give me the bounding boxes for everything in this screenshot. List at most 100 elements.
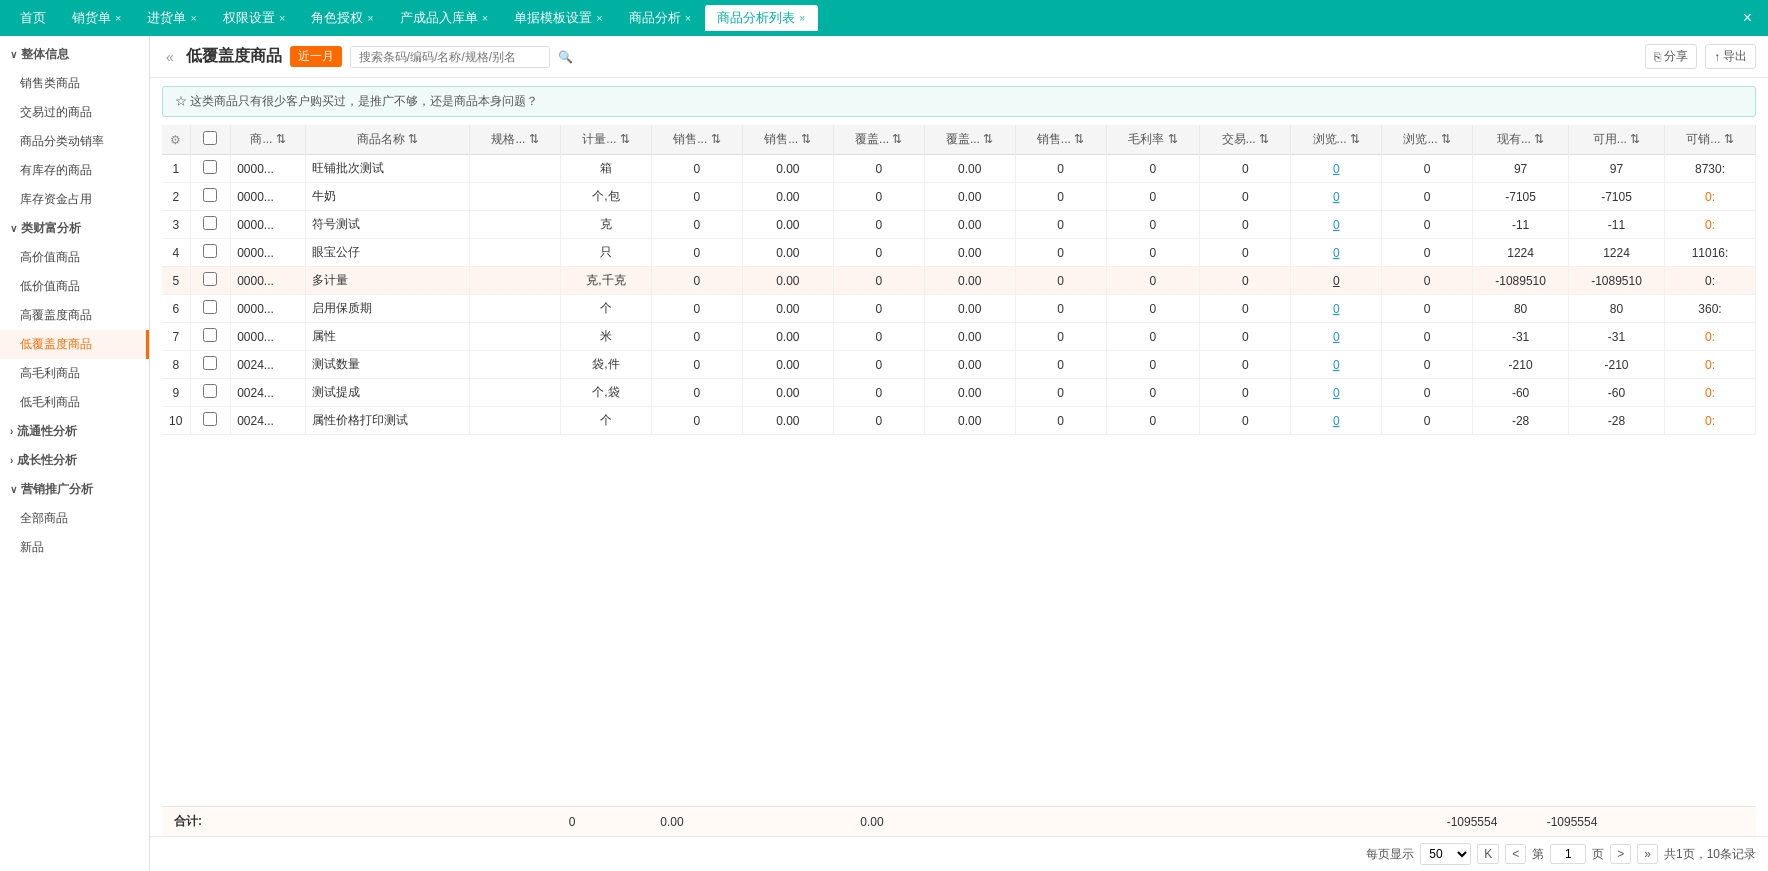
window-close-button[interactable]: × xyxy=(1735,9,1760,27)
nav-close-template[interactable]: × xyxy=(596,12,602,24)
nav-close-roles[interactable]: × xyxy=(367,12,373,24)
row-checkbox[interactable] xyxy=(203,188,217,202)
td-checkbox[interactable] xyxy=(190,323,231,351)
sidebar-collapse-button[interactable]: « xyxy=(162,47,178,67)
td-margin: 0 xyxy=(1106,267,1200,295)
next-page-button[interactable]: > xyxy=(1610,844,1631,864)
td-checkbox[interactable] xyxy=(190,351,231,379)
sidebar-item-traded-products[interactable]: 交易过的商品 xyxy=(0,98,149,127)
row-checkbox[interactable] xyxy=(203,412,217,426)
sidebar-section-wealth[interactable]: ∨ 类财富分析 xyxy=(0,214,149,243)
nav-close-purchase[interactable]: × xyxy=(190,12,196,24)
nav-close-sales[interactable]: × xyxy=(115,12,121,24)
nav-sales[interactable]: 销货单 × xyxy=(60,5,133,31)
td-checkbox[interactable] xyxy=(190,155,231,183)
td-browse1[interactable]: 0 xyxy=(1291,155,1382,183)
sidebar-item-category-turnover[interactable]: 商品分类动销率 xyxy=(0,127,149,156)
td-browse1[interactable]: 0 xyxy=(1291,379,1382,407)
row-checkbox[interactable] xyxy=(203,216,217,230)
gear-icon[interactable]: ⚙ xyxy=(170,133,181,147)
share-button[interactable]: ⎘ 分享 xyxy=(1645,44,1697,69)
first-page-button[interactable]: K xyxy=(1477,844,1499,864)
nav-close-product-analysis[interactable]: × xyxy=(685,12,691,24)
row-checkbox[interactable] xyxy=(203,356,217,370)
nav-template-settings[interactable]: 单据模板设置 × xyxy=(502,5,614,31)
period-button[interactable]: 近一月 xyxy=(290,46,342,67)
td-browse1[interactable]: 0 xyxy=(1291,407,1382,435)
th-current[interactable]: 现有... ⇅ xyxy=(1473,125,1569,155)
td-browse1[interactable]: 0 xyxy=(1291,211,1382,239)
td-browse1[interactable]: 0 xyxy=(1291,295,1382,323)
td-checkbox[interactable] xyxy=(190,295,231,323)
nav-finished-goods[interactable]: 产成品入库单 × xyxy=(388,5,500,31)
th-sales2[interactable]: 销售... ⇅ xyxy=(742,125,833,155)
td-checkbox[interactable] xyxy=(190,267,231,295)
sidebar-item-low-value[interactable]: 低价值商品 xyxy=(0,272,149,301)
row-checkbox[interactable] xyxy=(203,384,217,398)
th-sellable[interactable]: 可销... ⇅ xyxy=(1665,125,1756,155)
page-number-input[interactable] xyxy=(1550,844,1586,864)
th-browse2[interactable]: 浏览... ⇅ xyxy=(1382,125,1473,155)
search-icon[interactable]: 🔍 xyxy=(558,50,573,64)
last-page-button[interactable]: » xyxy=(1637,844,1658,864)
td-browse1[interactable]: 0 xyxy=(1291,239,1382,267)
sidebar-item-high-value[interactable]: 高价值商品 xyxy=(0,243,149,272)
sidebar-section-overall[interactable]: ∨ 整体信息 xyxy=(0,40,149,69)
sidebar-section-growth[interactable]: › 成长性分析 xyxy=(0,446,149,475)
row-checkbox[interactable] xyxy=(203,160,217,174)
row-checkbox[interactable] xyxy=(203,272,217,286)
td-browse1[interactable]: 0 xyxy=(1291,267,1382,295)
th-trade[interactable]: 交易... ⇅ xyxy=(1200,125,1291,155)
th-cov1[interactable]: 覆盖... ⇅ xyxy=(833,125,924,155)
export-button[interactable]: ↑ 导出 xyxy=(1705,44,1756,69)
nav-close-finished-goods[interactable]: × xyxy=(482,12,488,24)
sidebar-item-stocked-products[interactable]: 有库存的商品 xyxy=(0,156,149,185)
sidebar-item-all-products[interactable]: 全部商品 xyxy=(0,504,149,533)
td-checkbox[interactable] xyxy=(190,183,231,211)
th-sales3[interactable]: 销售... ⇅ xyxy=(1015,125,1106,155)
sidebar-item-high-coverage[interactable]: 高覆盖度商品 xyxy=(0,301,149,330)
nav-product-analysis-list[interactable]: 商品分析列表 × xyxy=(705,5,817,31)
search-input[interactable] xyxy=(350,46,550,68)
nav-close-product-analysis-list[interactable]: × xyxy=(799,12,805,24)
td-browse1[interactable]: 0 xyxy=(1291,323,1382,351)
nav-home[interactable]: 首页 xyxy=(8,5,58,31)
sidebar-section-liquidity[interactable]: › 流通性分析 xyxy=(0,417,149,446)
th-available[interactable]: 可用... ⇅ xyxy=(1569,125,1665,155)
td-checkbox[interactable] xyxy=(190,211,231,239)
th-margin[interactable]: 毛利率 ⇅ xyxy=(1106,125,1200,155)
th-code[interactable]: 商... ⇅ xyxy=(231,125,306,155)
td-checkbox[interactable] xyxy=(190,239,231,267)
td-checkbox[interactable] xyxy=(190,407,231,435)
row-checkbox[interactable] xyxy=(203,328,217,342)
td-browse1[interactable]: 0 xyxy=(1291,351,1382,379)
td-sales3: 0 xyxy=(1015,211,1106,239)
sidebar-item-high-margin[interactable]: 高毛利商品 xyxy=(0,359,149,388)
sidebar-section-marketing[interactable]: ∨ 营销推广分析 xyxy=(0,475,149,504)
prev-page-button[interactable]: < xyxy=(1505,844,1526,864)
sidebar-item-sales-products[interactable]: 销售类商品 xyxy=(0,69,149,98)
sidebar-item-inventory-capital[interactable]: 库存资金占用 xyxy=(0,185,149,214)
sidebar-item-low-coverage[interactable]: 低覆盖度商品 xyxy=(0,330,149,359)
td-checkbox[interactable] xyxy=(190,379,231,407)
th-browse1[interactable]: 浏览... ⇅ xyxy=(1291,125,1382,155)
row-checkbox[interactable] xyxy=(203,244,217,258)
th-name[interactable]: 商品名称 ⇅ xyxy=(306,125,470,155)
row-checkbox[interactable] xyxy=(203,300,217,314)
sidebar-item-low-margin[interactable]: 低毛利商品 xyxy=(0,388,149,417)
th-settings[interactable]: ⚙ xyxy=(162,125,190,155)
sidebar-item-new-products[interactable]: 新品 xyxy=(0,533,149,562)
td-browse1[interactable]: 0 xyxy=(1291,183,1382,211)
td-cov1: 0 xyxy=(833,351,924,379)
th-spec[interactable]: 规格... ⇅ xyxy=(470,125,561,155)
th-sales1[interactable]: 销售... ⇅ xyxy=(651,125,742,155)
nav-permissions[interactable]: 权限设置 × xyxy=(211,5,297,31)
nav-product-analysis[interactable]: 商品分析 × xyxy=(617,5,703,31)
nav-roles[interactable]: 角色授权 × xyxy=(299,5,385,31)
nav-purchase[interactable]: 进货单 × xyxy=(135,5,208,31)
per-page-select[interactable]: 50 100 200 xyxy=(1420,843,1471,865)
th-cov2[interactable]: 覆盖... ⇅ xyxy=(924,125,1015,155)
nav-close-permissions[interactable]: × xyxy=(279,12,285,24)
th-unit[interactable]: 计量... ⇅ xyxy=(561,125,652,155)
select-all-checkbox[interactable] xyxy=(203,131,217,145)
